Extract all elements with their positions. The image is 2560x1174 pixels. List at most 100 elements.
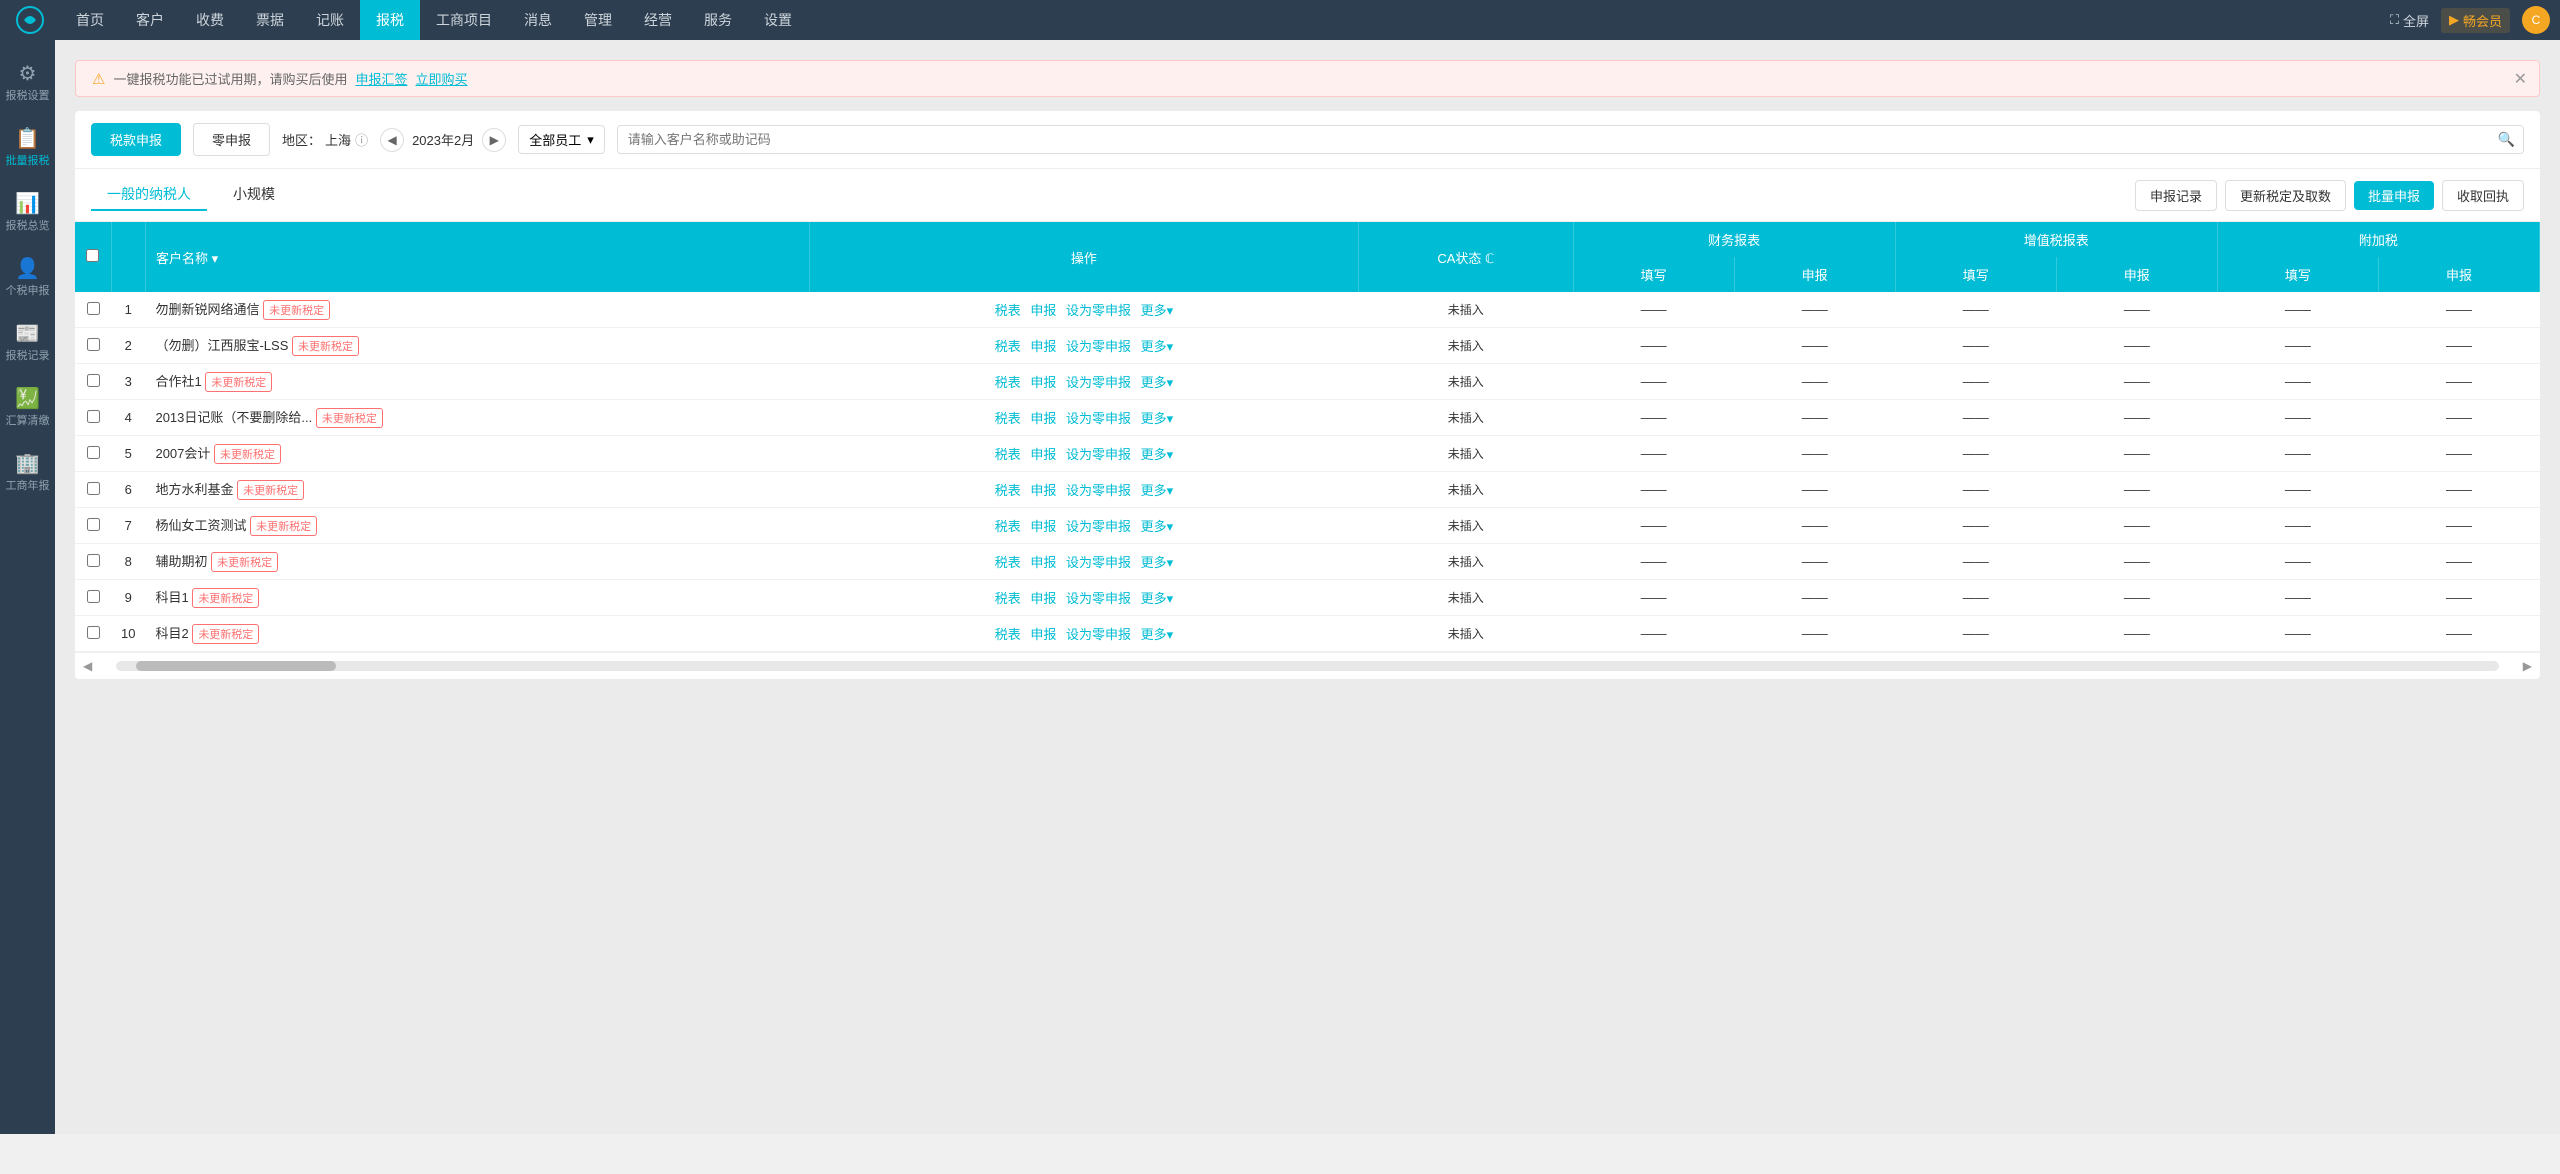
- row-checkbox[interactable]: [75, 508, 111, 544]
- op-more[interactable]: 更多▾: [1141, 339, 1174, 354]
- row-select-checkbox[interactable]: [87, 446, 100, 459]
- op-tax-table[interactable]: 税表: [995, 591, 1021, 606]
- op-tax-table[interactable]: 税表: [995, 555, 1021, 570]
- row-checkbox[interactable]: [75, 364, 111, 400]
- scroll-left-button[interactable]: ◀: [75, 659, 100, 673]
- update-tax-button[interactable]: 更新税定及取数: [2225, 180, 2346, 211]
- op-more[interactable]: 更多▾: [1141, 483, 1174, 498]
- collect-receipt-button[interactable]: 收取回执: [2442, 180, 2524, 211]
- op-tax-table[interactable]: 税表: [995, 519, 1021, 534]
- op-report[interactable]: 申报: [1030, 303, 1056, 318]
- op-zero-report[interactable]: 设为零申报: [1066, 339, 1131, 354]
- row-checkbox[interactable]: [75, 580, 111, 616]
- op-more[interactable]: 更多▾: [1141, 375, 1174, 390]
- op-report[interactable]: 申报: [1030, 591, 1056, 606]
- op-report[interactable]: 申报: [1030, 411, 1056, 426]
- op-zero-report[interactable]: 设为零申报: [1066, 303, 1131, 318]
- nav-client[interactable]: 客户: [120, 0, 180, 40]
- sidebar-item-settlement[interactable]: 💹 汇算清缴: [0, 375, 55, 440]
- op-report[interactable]: 申报: [1030, 519, 1056, 534]
- sidebar-item-annual-report[interactable]: 🏢 工商年报: [0, 440, 55, 505]
- nav-home[interactable]: 首页: [60, 0, 120, 40]
- op-zero-report[interactable]: 设为零申报: [1066, 627, 1131, 642]
- nav-invoice[interactable]: 票据: [240, 0, 300, 40]
- op-zero-report[interactable]: 设为零申报: [1066, 447, 1131, 462]
- select-all-checkbox[interactable]: [86, 249, 99, 262]
- tab-small-scale[interactable]: 小规模: [217, 179, 291, 211]
- fullscreen-button[interactable]: ⛶ 全屏: [2390, 11, 2429, 30]
- row-select-checkbox[interactable]: [87, 590, 100, 603]
- row-select-checkbox[interactable]: [87, 338, 100, 351]
- staff-select[interactable]: 全部员工 ▾: [518, 125, 605, 154]
- op-zero-report[interactable]: 设为零申报: [1066, 519, 1131, 534]
- search-button[interactable]: 🔍: [2490, 126, 2523, 153]
- op-tax-table[interactable]: 税表: [995, 411, 1021, 426]
- tab-zero-declaration[interactable]: 零申报: [193, 123, 270, 156]
- op-more[interactable]: 更多▾: [1141, 411, 1174, 426]
- op-tax-table[interactable]: 税表: [995, 303, 1021, 318]
- notice-close-button[interactable]: ✕: [2514, 69, 2527, 89]
- op-more[interactable]: 更多▾: [1141, 519, 1174, 534]
- horizontal-scrollbar[interactable]: [116, 661, 2499, 671]
- op-more[interactable]: 更多▾: [1141, 555, 1174, 570]
- scrollbar-thumb[interactable]: [136, 661, 336, 671]
- scroll-right-button[interactable]: ▶: [2515, 659, 2540, 673]
- nav-tax[interactable]: 报税: [360, 0, 420, 40]
- op-tax-table[interactable]: 税表: [995, 627, 1021, 642]
- op-zero-report[interactable]: 设为零申报: [1066, 483, 1131, 498]
- op-more[interactable]: 更多▾: [1141, 303, 1174, 318]
- row-checkbox[interactable]: [75, 292, 111, 328]
- op-more[interactable]: 更多▾: [1141, 447, 1174, 462]
- nav-service[interactable]: 服务: [688, 0, 748, 40]
- nav-message[interactable]: 消息: [508, 0, 568, 40]
- tab-tax-declaration[interactable]: 税款申报: [91, 123, 181, 156]
- row-select-checkbox[interactable]: [87, 518, 100, 531]
- sidebar-item-tax-overview[interactable]: 📊 报税总览: [0, 180, 55, 245]
- row-checkbox[interactable]: [75, 472, 111, 508]
- op-more[interactable]: 更多▾: [1141, 627, 1174, 642]
- sidebar-item-batch-tax[interactable]: 📋 批量报税: [0, 115, 55, 180]
- op-report[interactable]: 申报: [1030, 339, 1056, 354]
- op-report[interactable]: 申报: [1030, 483, 1056, 498]
- op-tax-table[interactable]: 税表: [995, 375, 1021, 390]
- op-zero-report[interactable]: 设为零申报: [1066, 411, 1131, 426]
- op-report[interactable]: 申报: [1030, 627, 1056, 642]
- op-zero-report[interactable]: 设为零申报: [1066, 591, 1131, 606]
- row-checkbox[interactable]: [75, 400, 111, 436]
- op-report[interactable]: 申报: [1030, 447, 1056, 462]
- op-report[interactable]: 申报: [1030, 375, 1056, 390]
- nav-settings[interactable]: 设置: [748, 0, 808, 40]
- op-tax-table[interactable]: 税表: [995, 339, 1021, 354]
- nav-accounting[interactable]: 记账: [300, 0, 360, 40]
- batch-declaration-button[interactable]: 批量申报: [2354, 181, 2434, 210]
- date-prev-button[interactable]: ◀: [380, 128, 404, 152]
- row-select-checkbox[interactable]: [87, 374, 100, 387]
- ca-info-icon[interactable]: ℂ: [1485, 251, 1494, 266]
- op-report[interactable]: 申报: [1030, 555, 1056, 570]
- row-select-checkbox[interactable]: [87, 302, 100, 315]
- nav-manage[interactable]: 管理: [568, 0, 628, 40]
- sidebar-item-tax-records[interactable]: 📰 报税记录: [0, 310, 55, 375]
- op-zero-report[interactable]: 设为零申报: [1066, 555, 1131, 570]
- nav-commerce[interactable]: 工商项目: [420, 0, 508, 40]
- sidebar-item-personal-tax[interactable]: 👤 个税申报: [0, 245, 55, 310]
- notice-link-report[interactable]: 申报汇签: [355, 69, 407, 88]
- op-zero-report[interactable]: 设为零申报: [1066, 375, 1131, 390]
- row-select-checkbox[interactable]: [87, 554, 100, 567]
- op-tax-table[interactable]: 税表: [995, 447, 1021, 462]
- row-checkbox[interactable]: [75, 328, 111, 364]
- row-select-checkbox[interactable]: [87, 482, 100, 495]
- date-next-button[interactable]: ▶: [482, 128, 506, 152]
- op-tax-table[interactable]: 税表: [995, 483, 1021, 498]
- vip-button[interactable]: ▶ 畅会员: [2441, 8, 2510, 33]
- row-checkbox[interactable]: [75, 616, 111, 652]
- tab-general-taxpayer[interactable]: 一般的纳税人: [91, 179, 207, 211]
- row-select-checkbox[interactable]: [87, 410, 100, 423]
- nav-operation[interactable]: 经营: [628, 0, 688, 40]
- row-checkbox[interactable]: [75, 544, 111, 580]
- nav-charge[interactable]: 收费: [180, 0, 240, 40]
- sidebar-item-tax-settings[interactable]: ⚙ 报税设置: [0, 50, 55, 115]
- notice-link-buy[interactable]: 立即购买: [415, 69, 467, 88]
- sort-icon[interactable]: ▾: [212, 251, 219, 266]
- info-icon[interactable]: ⓘ: [355, 130, 368, 149]
